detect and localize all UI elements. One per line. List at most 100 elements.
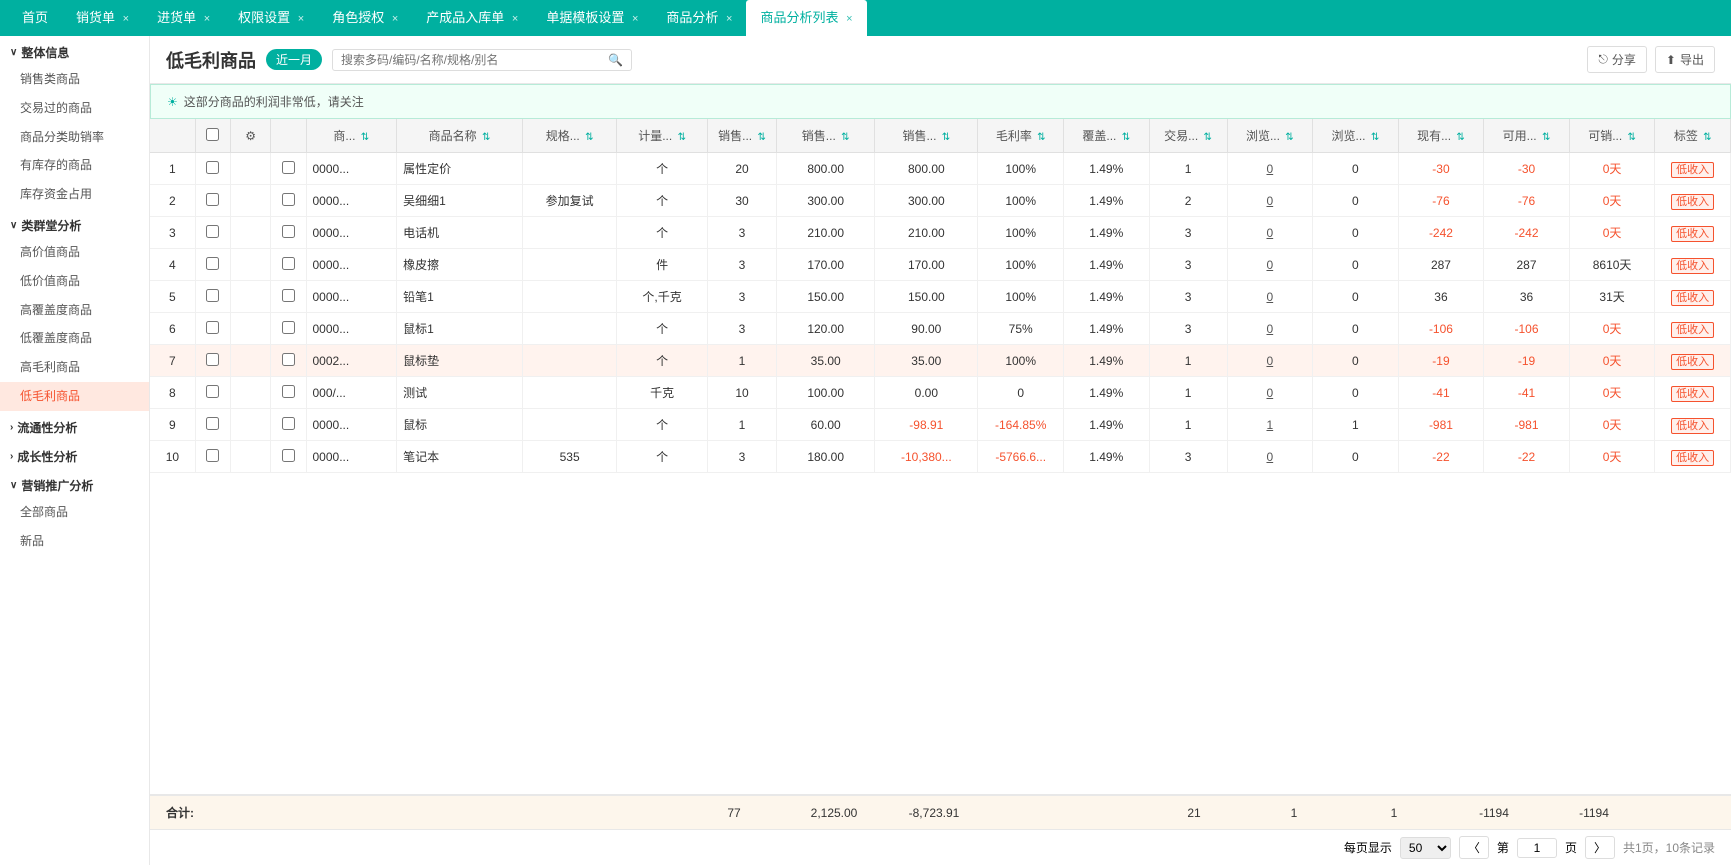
row-name[interactable]: 电话机	[397, 217, 523, 249]
sidebar-group-overall-title[interactable]: ∨整体信息	[0, 36, 149, 65]
row-browse1[interactable]: 0	[1227, 281, 1313, 313]
nav-product-entry[interactable]: 产成品入库单 ×	[412, 0, 532, 37]
sidebar-item-instock-goods[interactable]: 有库存的商品	[0, 151, 149, 180]
row-checkbox[interactable]	[206, 449, 219, 462]
row-check2[interactable]	[271, 345, 306, 377]
row-check[interactable]	[195, 153, 230, 185]
row-check[interactable]	[195, 409, 230, 441]
row-check2[interactable]	[271, 377, 306, 409]
sidebar-item-category-rate[interactable]: 商品分类助销率	[0, 123, 149, 152]
row-name[interactable]: 测试	[397, 377, 523, 409]
row-checkbox2[interactable]	[282, 193, 295, 206]
sidebar-group-cluster-title[interactable]: ∨类群堂分析	[0, 209, 149, 238]
settings-icon[interactable]: ⚙	[245, 129, 256, 143]
nav-product-analysis-list[interactable]: 商品分析列表 ×	[746, 0, 866, 37]
row-checkbox[interactable]	[206, 161, 219, 174]
row-browse1[interactable]: 1	[1227, 409, 1313, 441]
row-name[interactable]: 橡皮擦	[397, 249, 523, 281]
close-icon[interactable]: ×	[123, 13, 129, 25]
row-check[interactable]	[195, 377, 230, 409]
row-checkbox[interactable]	[206, 385, 219, 398]
row-checkbox[interactable]	[206, 225, 219, 238]
sidebar-item-traded-goods[interactable]: 交易过的商品	[0, 94, 149, 123]
prev-page-button[interactable]: 〈	[1459, 836, 1489, 859]
row-check[interactable]	[195, 217, 230, 249]
next-page-button[interactable]: 〉	[1585, 836, 1615, 859]
row-check[interactable]	[195, 441, 230, 473]
row-checkbox2[interactable]	[282, 257, 295, 270]
col-check-header[interactable]	[195, 119, 230, 153]
sidebar-group-circulation-title[interactable]: ›流通性分析	[0, 411, 149, 440]
row-check2[interactable]	[271, 281, 306, 313]
export-button[interactable]: ⬆ 导出	[1655, 46, 1715, 73]
nav-purchase-order[interactable]: 进货单 ×	[143, 0, 224, 37]
row-checkbox[interactable]	[206, 417, 219, 430]
row-check[interactable]	[195, 185, 230, 217]
row-checkbox2[interactable]	[282, 417, 295, 430]
row-check2[interactable]	[271, 217, 306, 249]
row-name[interactable]: 吴细细1	[397, 185, 523, 217]
col-settings-header[interactable]: ⚙	[231, 119, 271, 153]
row-check[interactable]	[195, 249, 230, 281]
sidebar-item-low-value[interactable]: 低价值商品	[0, 267, 149, 296]
row-name[interactable]: 鼠标1	[397, 313, 523, 345]
row-checkbox2[interactable]	[282, 161, 295, 174]
time-badge[interactable]: 近一月	[266, 49, 322, 70]
sidebar-group-marketing-title[interactable]: ∨营销推广分析	[0, 469, 149, 498]
close-icon[interactable]: ×	[846, 13, 852, 25]
sidebar-group-growth-title[interactable]: ›成长性分析	[0, 440, 149, 469]
row-check2[interactable]	[271, 249, 306, 281]
row-browse1[interactable]: 0	[1227, 345, 1313, 377]
row-check2[interactable]	[271, 185, 306, 217]
nav-role-auth[interactable]: 角色授权 ×	[318, 0, 412, 37]
close-icon[interactable]: ×	[298, 13, 304, 25]
sidebar-item-capital-usage[interactable]: 库存资金占用	[0, 180, 149, 209]
close-icon[interactable]: ×	[726, 13, 732, 25]
row-checkbox2[interactable]	[282, 385, 295, 398]
nav-template-settings[interactable]: 单据模板设置 ×	[532, 0, 652, 37]
row-check2[interactable]	[271, 409, 306, 441]
row-check2[interactable]	[271, 153, 306, 185]
page-number-input[interactable]	[1517, 838, 1557, 858]
close-icon[interactable]: ×	[512, 13, 518, 25]
page-size-select[interactable]: 50 100 200	[1400, 837, 1451, 859]
row-name[interactable]: 鼠标垫	[397, 345, 523, 377]
close-icon[interactable]: ×	[632, 13, 638, 25]
row-checkbox[interactable]	[206, 321, 219, 334]
sidebar-item-high-profit[interactable]: 高毛利商品	[0, 353, 149, 382]
row-browse1[interactable]: 0	[1227, 249, 1313, 281]
row-check[interactable]	[195, 345, 230, 377]
nav-permission[interactable]: 权限设置 ×	[224, 0, 318, 37]
search-input[interactable]	[341, 53, 608, 67]
row-browse1[interactable]: 0	[1227, 153, 1313, 185]
row-checkbox2[interactable]	[282, 289, 295, 302]
row-browse1[interactable]: 0	[1227, 313, 1313, 345]
nav-product-analysis[interactable]: 商品分析 ×	[652, 0, 746, 37]
row-checkbox[interactable]	[206, 353, 219, 366]
row-checkbox2[interactable]	[282, 225, 295, 238]
row-checkbox2[interactable]	[282, 449, 295, 462]
sidebar-item-new-goods[interactable]: 新品	[0, 527, 149, 556]
row-browse1[interactable]: 0	[1227, 441, 1313, 473]
sidebar-item-high-coverage[interactable]: 高覆盖度商品	[0, 296, 149, 325]
row-checkbox[interactable]	[206, 193, 219, 206]
row-check2[interactable]	[271, 441, 306, 473]
row-check[interactable]	[195, 281, 230, 313]
table-container[interactable]: ⚙ 商... ⇅ 商品名称 ⇅ 规格... ⇅ 计量... ⇅ 销售... ⇅ …	[150, 119, 1731, 794]
nav-home[interactable]: 首页	[8, 0, 62, 36]
row-checkbox[interactable]	[206, 289, 219, 302]
row-browse1[interactable]: 0	[1227, 217, 1313, 249]
close-icon[interactable]: ×	[392, 13, 398, 25]
sidebar-item-all-goods[interactable]: 全部商品	[0, 498, 149, 527]
row-browse1[interactable]: 0	[1227, 377, 1313, 409]
row-name[interactable]: 属性定价	[397, 153, 523, 185]
select-all-checkbox[interactable]	[206, 128, 219, 141]
share-button[interactable]: ⎋ 分享	[1587, 46, 1647, 73]
nav-sales-order[interactable]: 销货单 ×	[62, 0, 143, 37]
row-checkbox2[interactable]	[282, 353, 295, 366]
row-name[interactable]: 鼠标	[397, 409, 523, 441]
sidebar-item-low-coverage[interactable]: 低覆盖度商品	[0, 324, 149, 353]
row-name[interactable]: 铅笔1	[397, 281, 523, 313]
sidebar-item-high-value[interactable]: 高价值商品	[0, 238, 149, 267]
search-icon[interactable]: 🔍	[608, 53, 623, 67]
